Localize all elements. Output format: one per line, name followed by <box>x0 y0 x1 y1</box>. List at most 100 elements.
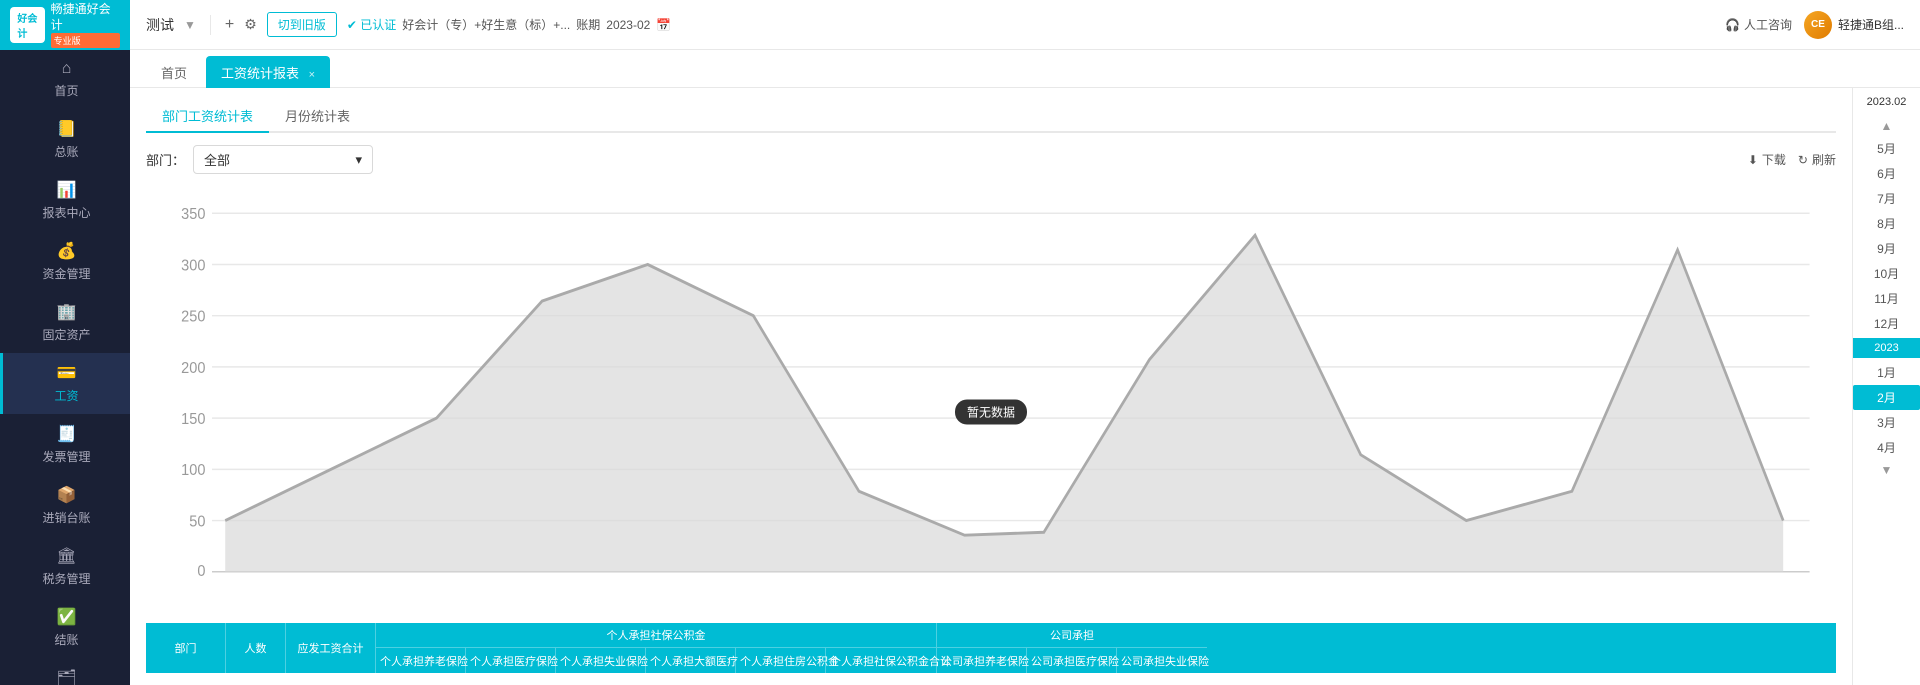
app-edition: 专业版 <box>51 33 120 48</box>
app-name: 畅捷通好会计 <box>51 2 120 33</box>
col-personal-medical: 个人承担医疗保险 <box>466 648 556 673</box>
sidebar-item-reports[interactable]: 📊 报表中心 <box>0 170 130 231</box>
month-item-12[interactable]: 12月 <box>1853 311 1920 336</box>
chart-tooltip: 暂无数据 <box>955 400 1027 425</box>
toolbar-left: 部门： 全部 ▾ <box>146 145 373 174</box>
tab-salary-report[interactable]: 工资统计报表 × <box>206 56 330 88</box>
workspace-dropdown-icon[interactable]: ▼ <box>184 18 196 32</box>
sidebar-item-ledger[interactable]: 📒 总账 <box>0 109 130 170</box>
col-company-children: 公司承担养老保险 公司承担医疗保险 公司承担失业保险 <box>937 648 1207 673</box>
sidebar-item-invoice[interactable]: 🧾 发票管理 <box>0 414 130 475</box>
reports-icon: 📊 <box>57 180 77 200</box>
month-item-4[interactable]: 4月 <box>1853 435 1920 460</box>
avatar: CE <box>1804 11 1832 39</box>
assets-icon: 🏢 <box>57 302 77 322</box>
dept-dropdown[interactable]: 全部 ▾ <box>193 145 373 174</box>
col-group-personal: 个人承担社保公积金 个人承担养老保险 个人承担医疗保险 个人承担失业保险 个人承… <box>376 623 937 673</box>
help-label: 人工咨询 <box>1744 16 1792 33</box>
tab-dept-salary[interactable]: 部门工资统计表 <box>146 100 269 133</box>
col-personal-housing-fund: 个人承担住房公积金 <box>736 648 826 673</box>
sidebar-item-label-salary: 工资 <box>54 387 78 404</box>
col-company-medical: 公司承担医疗保险 <box>1027 648 1117 673</box>
headset-icon: 🎧 <box>1725 18 1740 32</box>
tab-month-salary[interactable]: 月份统计表 <box>269 100 366 133</box>
col-group-personal-label: 个人承担社保公积金 <box>376 623 936 648</box>
sidebar-item-label-assets: 固定资产 <box>42 326 90 343</box>
main-content: 测试 ▼ + ⚙ 切到旧版 ✔ 已认证 好会计（专）+好生意（标）+... 账期… <box>130 0 1920 685</box>
topbar-right: 🎧 人工咨询 CE 轻捷通B组... <box>1725 11 1904 39</box>
sidebar-item-purchase[interactable]: 📦 进销台账 <box>0 475 130 536</box>
date-next-button[interactable]: ▼ <box>1877 460 1897 480</box>
bottom-table-header: 部门 人数 应发工资合计 个人承担社保公积金 个人承担养老保险 个人承担医疗保险… <box>146 623 1836 673</box>
dept-value: 全部 <box>204 150 230 169</box>
app-logo: 好会计 畅捷通好会计 专业版 <box>0 0 130 50</box>
tab-bar: 首页 工资统计报表 × <box>130 50 1920 88</box>
col-personal-unemployment: 个人承担失业保险 <box>556 648 646 673</box>
tab-close-icon[interactable]: × <box>309 69 315 81</box>
home-icon: ⌂ <box>62 60 72 78</box>
sidebar: 好会计 畅捷通好会计 专业版 ⌂ 首页 📒 总账 📊 报表中心 💰 资金管理 🏢… <box>0 0 130 685</box>
sidebar-item-label-home: 首页 <box>54 82 78 99</box>
period-value: 2023-02 <box>606 18 650 32</box>
sidebar-item-home[interactable]: ⌂ 首页 <box>0 50 130 109</box>
month-item-11[interactable]: 11月 <box>1853 286 1920 311</box>
funds-icon: 💰 <box>57 241 77 261</box>
col-group-company: 公司承担 公司承担养老保险 公司承担医疗保险 公司承担失业保险 <box>937 623 1207 673</box>
chart-wrapper: 350 300 250 200 150 100 50 0 暂无数据 <box>146 184 1836 623</box>
col-company-pension: 公司承担养老保险 <box>937 648 1027 673</box>
svg-text:300: 300 <box>181 257 205 275</box>
month-item-2-active[interactable]: 2月 <box>1853 385 1920 410</box>
sidebar-item-label-purchase: 进销台账 <box>42 509 90 526</box>
chevron-down-icon: ▾ <box>355 152 362 168</box>
toolbar-right: ⬇ 下载 ↻ 刷新 <box>1748 151 1836 168</box>
switch-version-button[interactable]: 切到旧版 <box>267 12 337 37</box>
download-button[interactable]: ⬇ 下载 <box>1748 151 1786 168</box>
sidebar-item-label-funds: 资金管理 <box>42 265 90 282</box>
date-display: 2023.02 <box>1867 96 1907 108</box>
account-tags: 好会计（专）+好生意（标）+... <box>402 16 570 33</box>
sidebar-item-label-tax: 税务管理 <box>42 570 90 587</box>
month-item-6[interactable]: 6月 <box>1853 161 1920 186</box>
month-item-8[interactable]: 8月 <box>1853 211 1920 236</box>
svg-text:250: 250 <box>181 308 205 326</box>
dept-label: 部门： <box>146 150 185 169</box>
sidebar-item-assets[interactable]: 🏢 固定资产 <box>0 292 130 353</box>
month-item-7[interactable]: 7月 <box>1853 186 1920 211</box>
refresh-button[interactable]: ↻ 刷新 <box>1798 151 1836 168</box>
divider-1 <box>210 15 211 35</box>
help-button[interactable]: 🎧 人工咨询 <box>1725 16 1792 33</box>
svg-text:350: 350 <box>181 205 205 223</box>
refresh-icon: ↻ <box>1798 153 1808 167</box>
sidebar-item-tax[interactable]: 🏛 税务管理 <box>0 536 130 597</box>
salary-icon: 💳 <box>57 363 77 383</box>
page-main: 部门工资统计表 月份统计表 部门： 全部 ▾ ⬇ <box>130 88 1852 685</box>
sidebar-item-salary[interactable]: 💳 工资 <box>0 353 130 414</box>
month-item-9[interactable]: 9月 <box>1853 236 1920 261</box>
add-icon[interactable]: + <box>225 16 234 34</box>
sidebar-item-funds[interactable]: 💰 资金管理 <box>0 231 130 292</box>
month-item-3[interactable]: 3月 <box>1853 410 1920 435</box>
month-item-1[interactable]: 1月 <box>1853 360 1920 385</box>
sidebar-item-label-invoice: 发票管理 <box>42 448 90 465</box>
tab-home[interactable]: 首页 <box>146 56 202 88</box>
month-item-5[interactable]: 5月 <box>1853 136 1920 161</box>
gear-icon[interactable]: ⚙ <box>244 16 257 33</box>
user-name: 轻捷通B组... <box>1838 16 1904 33</box>
col-personal-total: 个人承担社保公积金合计 <box>826 648 936 673</box>
month-item-10[interactable]: 10月 <box>1853 261 1920 286</box>
col-headcount: 人数 <box>226 623 286 673</box>
col-personal-pension: 个人承担养老保险 <box>376 648 466 673</box>
year-2023-label: 2023 <box>1853 338 1920 358</box>
date-prev-button[interactable]: ▲ <box>1877 116 1897 136</box>
invoice-icon: 🧾 <box>57 424 77 444</box>
sidebar-item-label-settle: 结账 <box>54 631 78 648</box>
sidebar-item-settle[interactable]: ✅ 结账 <box>0 597 130 658</box>
svg-text:0: 0 <box>197 563 205 581</box>
sub-tabs: 部门工资统计表 月份统计表 <box>146 100 1836 133</box>
col-gross-salary: 应发工资合计 <box>286 623 376 673</box>
user-menu[interactable]: CE 轻捷通B组... <box>1804 11 1904 39</box>
col-group-company-label: 公司承担 <box>937 623 1207 648</box>
calendar-icon[interactable]: 📅 <box>656 18 671 32</box>
sidebar-item-archive[interactable]: 🗂 归档管理 <box>0 658 130 685</box>
svg-text:50: 50 <box>189 513 205 531</box>
